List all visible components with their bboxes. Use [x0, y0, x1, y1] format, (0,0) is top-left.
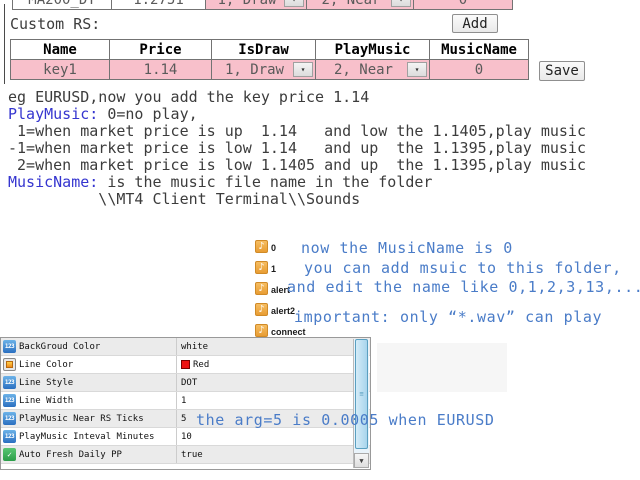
cell-name: MA200_DT [12, 0, 112, 10]
property-value[interactable]: 1 [177, 396, 370, 406]
music-note-icon: ♪ [255, 240, 268, 253]
cell-musicname: 0 [413, 0, 513, 10]
property-row[interactable]: ✓ Auto Fresh Daily PP true [1, 446, 370, 464]
annotation-add-music: you can add msuic to this folder, [304, 259, 622, 277]
explanation-text: eg EURUSD,now you add the key price 1.14… [8, 89, 586, 208]
value-text: Red [193, 359, 210, 370]
number-property-icon: 123 [3, 412, 16, 425]
dropdown-arrow-icon[interactable]: ▾ [284, 0, 304, 7]
dropdown-arrow-icon[interactable]: ▾ [407, 62, 427, 77]
scrollbar[interactable]: ≡ ▼ [353, 339, 369, 468]
list-item[interactable]: ♪ 0 [255, 240, 306, 261]
value-text: 5 [181, 413, 187, 424]
annotation-wav-only: important: only “*.wav” can play [294, 308, 603, 326]
music-note-icon: ♪ [255, 261, 268, 274]
isdraw-value: 1, Draw [224, 61, 284, 78]
table-header-row: Name Price IsDraw PlayMusic MusicName [10, 39, 529, 60]
property-label: BackGroud Color [19, 341, 101, 352]
background-window-fragment [377, 343, 507, 392]
cell-musicname[interactable]: 0 [429, 59, 529, 80]
number-property-icon: 123 [3, 394, 16, 407]
property-label: PlayMusic Inteval Minutes [19, 431, 155, 442]
music-note-icon: ♪ [255, 303, 268, 316]
property-row[interactable]: 123 PlayMusic Inteval Minutes 10 [1, 428, 370, 446]
playmusic-rest: 0=no play, [98, 105, 198, 123]
dropdown-arrow-icon[interactable]: ▾ [391, 0, 411, 7]
property-row[interactable]: 123 Line Width 1 [1, 392, 370, 410]
file-name: 0 [271, 243, 277, 253]
cell-price[interactable]: 1.14 [109, 59, 212, 80]
custom-rs-label: Custom RS: [10, 15, 101, 33]
music-note-icon: ♪ [255, 282, 268, 295]
music-note-icon: ♪ [255, 324, 268, 337]
annotation-musicname: now the MusicName is 0 [301, 239, 513, 257]
screen: MA200_DT 1.2751 1, Draw ▾ 2, Near ▾ 0 Cust… [0, 0, 640, 480]
property-label: Line Style [19, 377, 74, 388]
save-button[interactable]: Save [539, 61, 585, 81]
explain-line-rule2: -1=when market price is low 1.14 and up … [8, 139, 586, 157]
property-value[interactable]: true [177, 450, 370, 460]
scrollbar-down-arrow-icon[interactable]: ▼ [354, 453, 369, 468]
properties-panel: 123 BackGroud Color white Line Color Red … [0, 337, 371, 470]
file-name: alert2 [271, 306, 296, 316]
explain-line-eg: eg EURUSD,now you add the key price 1.14 [8, 88, 370, 106]
window-frame-edge [4, 4, 5, 84]
property-value[interactable]: white [177, 342, 370, 352]
explain-line-rule3: 2=when market price is low 1.1405 and up… [8, 156, 586, 174]
cell-isdraw-dropdown[interactable]: 1, Draw ▾ [205, 0, 307, 10]
value-text: 1 [181, 395, 187, 406]
property-label: PlayMusic Near RS Ticks [19, 413, 144, 424]
property-label: Line Width [19, 395, 74, 406]
top-table-partial: MA200_DT 1.2751 1, Draw ▾ 2, Near ▾ 0 [12, 0, 532, 12]
musicname-rest: is the music file name in the folder [98, 173, 433, 191]
playmusic-value: 2, Near [333, 61, 393, 78]
property-row[interactable]: 123 BackGroud Color white [1, 338, 370, 356]
explain-line-rule1: 1=when market price is up 1.14 and low t… [8, 122, 586, 140]
cell-price: 1.2751 [111, 0, 206, 10]
property-value[interactable]: Red [177, 360, 370, 370]
header-isdraw: IsDraw [211, 39, 316, 60]
color-property-icon [3, 358, 16, 371]
property-row[interactable]: Line Color Red [1, 356, 370, 374]
annotation-edit-name: and edit the name like 0,1,2,3,13,... [287, 278, 640, 296]
header-name: Name [10, 39, 110, 60]
boolean-property-icon: ✓ [3, 448, 16, 461]
explain-line-musicname: MusicName: is the music file name in the… [8, 174, 586, 191]
value-text: 10 [181, 431, 192, 442]
cell-playmusic-dropdown[interactable]: 2, Near ▾ [315, 59, 430, 80]
number-property-icon: 123 [3, 430, 16, 443]
scrollbar-thumb[interactable]: ≡ [355, 339, 368, 449]
file-name: connect [271, 327, 306, 337]
playmusic-value: 2, Near [321, 0, 380, 8]
header-musicname: MusicName [429, 39, 529, 60]
file-name: 1 [271, 264, 277, 274]
value-text: DOT [181, 377, 198, 388]
property-row[interactable]: 123 Line Style DOT [1, 374, 370, 392]
annotation-arg: the arg=5 is 0.0005 when EURUSD [196, 411, 495, 429]
property-value[interactable]: 10 [177, 432, 370, 442]
value-text: white [181, 341, 209, 352]
dropdown-arrow-icon[interactable]: ▾ [293, 62, 313, 77]
cell-name[interactable]: key1 [10, 59, 110, 80]
explain-line-folder: \\MT4 Client Terminal\\Sounds [8, 190, 361, 208]
musicname-keyword: MusicName: [8, 173, 99, 191]
custom-rs-table: Name Price IsDraw PlayMusic MusicName ke… [10, 39, 529, 80]
add-button[interactable]: Add [452, 14, 498, 33]
property-label: Auto Fresh Daily PP [19, 449, 122, 460]
playmusic-keyword: PlayMusic: [8, 105, 99, 123]
isdraw-value: 1, Draw [217, 0, 276, 8]
explain-line-playmusic: PlayMusic: 0=no play, [8, 106, 586, 123]
cell-isdraw-dropdown[interactable]: 1, Draw ▾ [211, 59, 316, 80]
table-row: key1 1.14 1, Draw ▾ 2, Near ▾ 0 [10, 59, 529, 80]
property-value[interactable]: DOT [177, 378, 370, 388]
header-playmusic: PlayMusic [315, 39, 430, 60]
number-property-icon: 123 [3, 376, 16, 389]
value-text: true [181, 449, 203, 460]
property-label: Line Color [19, 359, 74, 370]
table-row: MA200_DT 1.2751 1, Draw ▾ 2, Near ▾ 0 [12, 0, 532, 10]
number-property-icon: 123 [3, 340, 16, 353]
header-price: Price [109, 39, 212, 60]
cell-playmusic-dropdown[interactable]: 2, Near ▾ [306, 0, 414, 10]
red-color-swatch [181, 360, 190, 369]
